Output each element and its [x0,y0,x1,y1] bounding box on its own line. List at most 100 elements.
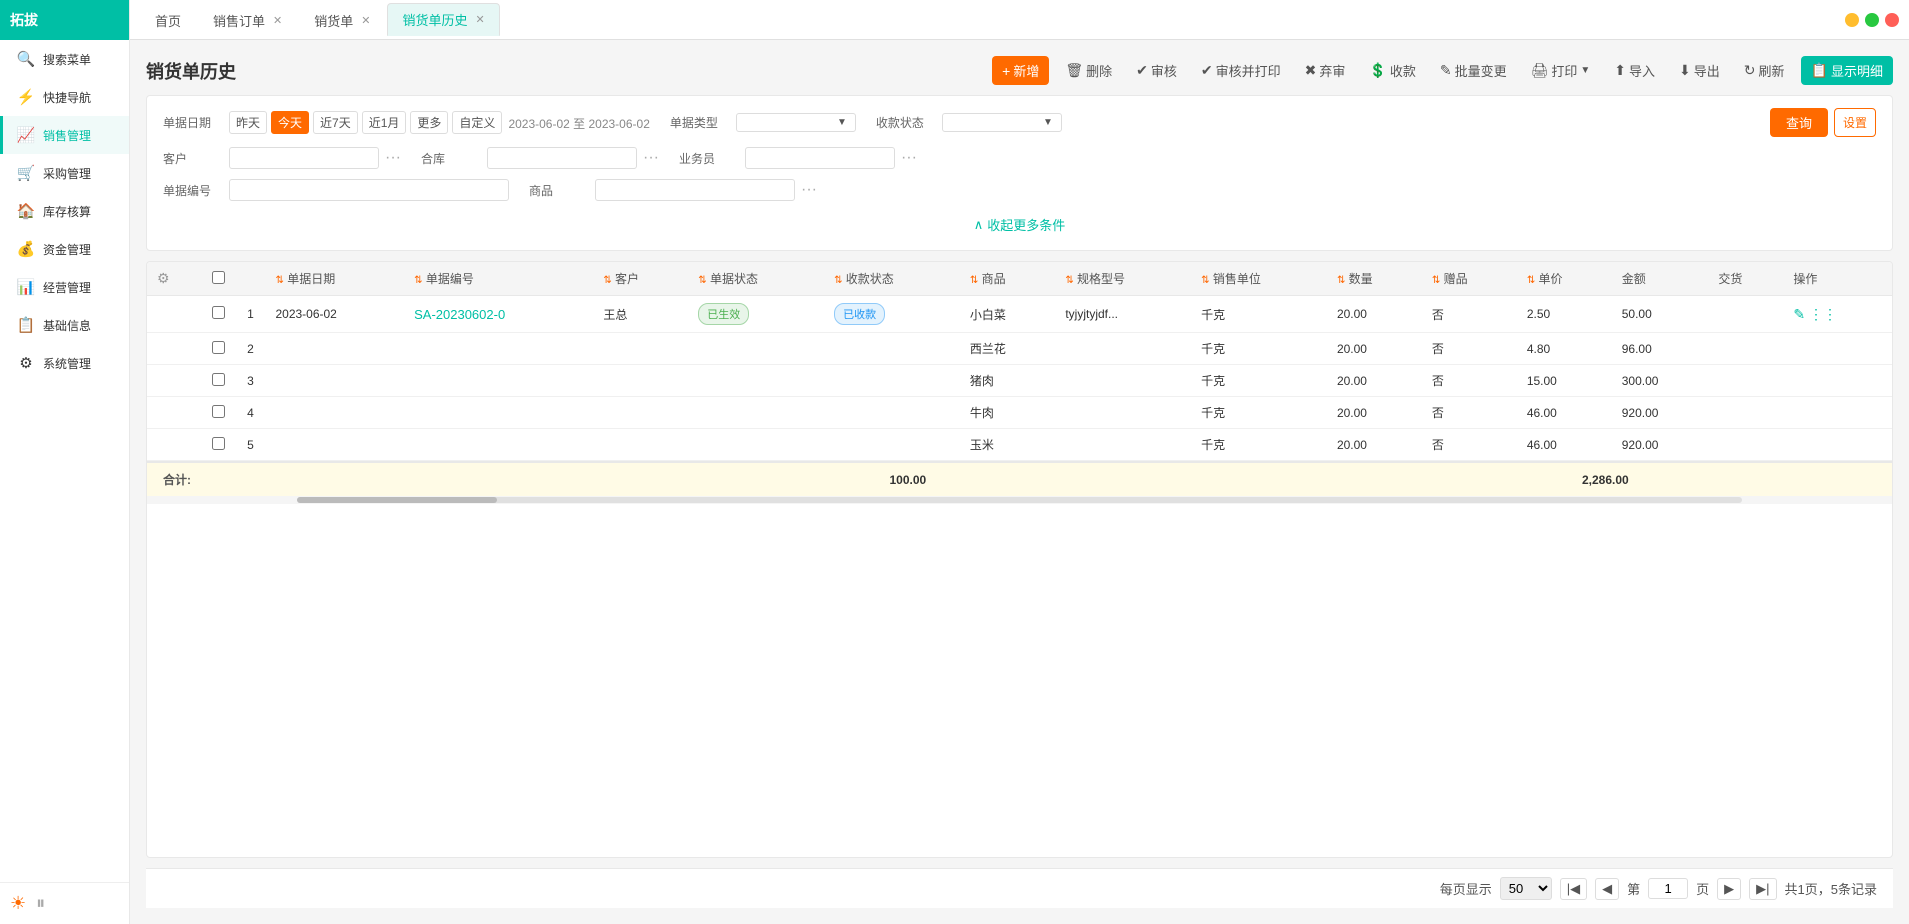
agent-dots[interactable]: ··· [901,149,917,167]
settings-btn[interactable]: 设置 [1834,108,1876,137]
sidebar-item-basic-info[interactable]: 📋 基础信息 [0,306,129,344]
tab-delivery-close[interactable]: ✕ [361,14,370,27]
horizontal-scrollbar[interactable] [147,496,1892,504]
col-paystatus[interactable]: ⇅ 收款状态 [824,262,960,296]
import-button[interactable]: ⬆ 导入 [1606,57,1663,84]
col-goods[interactable]: ⇅ 商品 [960,262,1055,296]
agent-input[interactable] [745,147,895,169]
row-checkbox-cell[interactable] [202,333,235,365]
type-select[interactable]: ▼ [736,113,856,132]
customer-input[interactable] [229,147,379,169]
warehouse-dots[interactable]: ··· [643,149,659,167]
row-docno-cell[interactable] [404,429,593,461]
row-checkbox[interactable] [212,437,225,450]
warehouse-input[interactable] [487,147,637,169]
delete-button[interactable]: 🗑 删除 [1057,57,1120,84]
col-settings[interactable]: ⚙ [147,262,202,296]
date-btn-custom[interactable]: 自定义 [452,111,502,134]
refresh-button[interactable]: ↻ 刷新 [1736,57,1793,84]
tab-home[interactable]: 首页 [140,4,196,36]
tab-delivery-history-close[interactable]: ✕ [476,13,485,26]
tab-delivery-history[interactable]: 销货单历史 ✕ [387,3,499,36]
date-btn-today[interactable]: 今天 [271,111,309,134]
col-unit[interactable]: ⇅ 销售单位 [1191,262,1327,296]
row-checkbox-cell[interactable] [202,429,235,461]
col-docstatus[interactable]: ⇅ 单据状态 [688,262,824,296]
scrollbar-thumb[interactable] [297,497,497,503]
sidebar-item-search-menu[interactable]: 🔍 搜索菜单 [0,40,129,78]
row-checkbox[interactable] [212,405,225,418]
sidebar-item-system-mgmt[interactable]: ⚙ 系统管理 [0,344,129,382]
col-price[interactable]: ⇅ 单价 [1517,262,1612,296]
col-gift[interactable]: ⇅ 赠品 [1422,262,1517,296]
tab-sales-order[interactable]: 销售订单 ✕ [198,4,297,36]
goods-input[interactable] [595,179,795,201]
row-checkbox-cell[interactable] [202,397,235,429]
audit-print-button[interactable]: ✔ 审核并打印 [1193,57,1289,84]
page-number-input[interactable] [1648,878,1688,899]
prev-page-button[interactable]: ◀ [1595,878,1619,900]
first-page-button[interactable]: |◀ [1560,878,1587,900]
payment-select[interactable]: ▼ [942,113,1062,132]
batch-change-button[interactable]: ✎ 批量变更 [1432,57,1515,84]
sidebar-item-operations[interactable]: 📊 经营管理 [0,268,129,306]
minimize-button[interactable] [1845,13,1859,27]
docno-input[interactable] [229,179,509,201]
more-icon[interactable]: ⋮⋮ [1809,306,1837,323]
customer-dots[interactable]: ··· [385,149,401,167]
sidebar-item-finance[interactable]: 💰 资金管理 [0,230,129,268]
col-qty[interactable]: ⇅ 数量 [1327,262,1422,296]
row-checkbox-cell[interactable] [202,365,235,397]
audit-button[interactable]: ✔ 审核 [1128,57,1185,84]
row-docno-cell[interactable] [404,333,593,365]
row-checkbox-cell[interactable] [202,296,235,333]
import-icon: ⬆ [1614,62,1626,79]
collect-button[interactable]: 💲 收款 [1361,57,1423,84]
query-button[interactable]: 查询 [1770,108,1828,137]
show-detail-button[interactable]: 📋 显示明细 [1801,56,1893,85]
col-customer[interactable]: ⇅ 客户 [593,262,688,296]
tab-sales-order-label: 销售订单 [213,11,265,30]
maximize-button[interactable] [1865,13,1879,27]
sidebar-item-purchase-mgmt[interactable]: 🛒 采购管理 [0,154,129,192]
row-docno-cell[interactable] [404,365,593,397]
settings-icon[interactable]: ⚙ [157,270,170,286]
select-all-checkbox[interactable] [212,271,225,284]
sidebar-footer-icon2[interactable]: ⏸ [36,893,45,914]
row-checkbox[interactable] [212,373,225,386]
sales-icon: 📈 [17,126,35,144]
col-docno[interactable]: ⇅ 单据编号 [404,262,593,296]
row-num-cell: 5 [235,429,265,461]
row-checkbox[interactable] [212,341,225,354]
row-docno-cell[interactable] [404,397,593,429]
date-btn-yesterday[interactable]: 昨天 [229,111,267,134]
sidebar-footer-icon1[interactable]: ☀ [10,893,26,914]
col-date[interactable]: ⇅ 单据日期 [265,262,404,296]
collect-label: 收款 [1390,61,1416,80]
abandon-button[interactable]: ✖ 弃审 [1297,57,1354,84]
next-page-button[interactable]: ▶ [1717,878,1741,900]
sidebar-item-quick-nav[interactable]: ⚡ 快捷导航 [0,78,129,116]
last-page-button[interactable]: ▶| [1749,878,1776,900]
col-spec[interactable]: ⇅ 规格型号 [1055,262,1191,296]
tab-delivery[interactable]: 销货单 ✕ [299,4,385,36]
goods-dots[interactable]: ··· [801,181,817,199]
per-page-select[interactable]: 50 100 200 [1500,877,1552,900]
tab-sales-order-close[interactable]: ✕ [273,14,282,27]
print-button[interactable]: 🖨 打印 ▼ [1523,57,1599,84]
edit-icon[interactable]: ✎ [1793,306,1805,323]
close-button[interactable] [1885,13,1899,27]
add-button[interactable]: + 新增 [992,56,1049,85]
sidebar-item-inventory[interactable]: 🏠 库存核算 [0,192,129,230]
row-docno-cell[interactable]: SA-20230602-0 [404,296,593,333]
date-btn-more[interactable]: 更多 [410,111,448,134]
sidebar-item-label: 基础信息 [43,317,91,334]
date-btn-7days[interactable]: 近7天 [313,111,358,134]
agent-filter-group: 业务员 ··· [679,147,917,169]
row-checkbox[interactable] [212,306,225,319]
row-customer-cell [593,397,688,429]
date-btn-1month[interactable]: 近1月 [362,111,407,134]
collapse-button[interactable]: ∧ 收起更多条件 [163,211,1876,238]
sidebar-item-sales-mgmt[interactable]: 📈 销售管理 [0,116,129,154]
export-button[interactable]: ⬇ 导出 [1671,57,1728,84]
